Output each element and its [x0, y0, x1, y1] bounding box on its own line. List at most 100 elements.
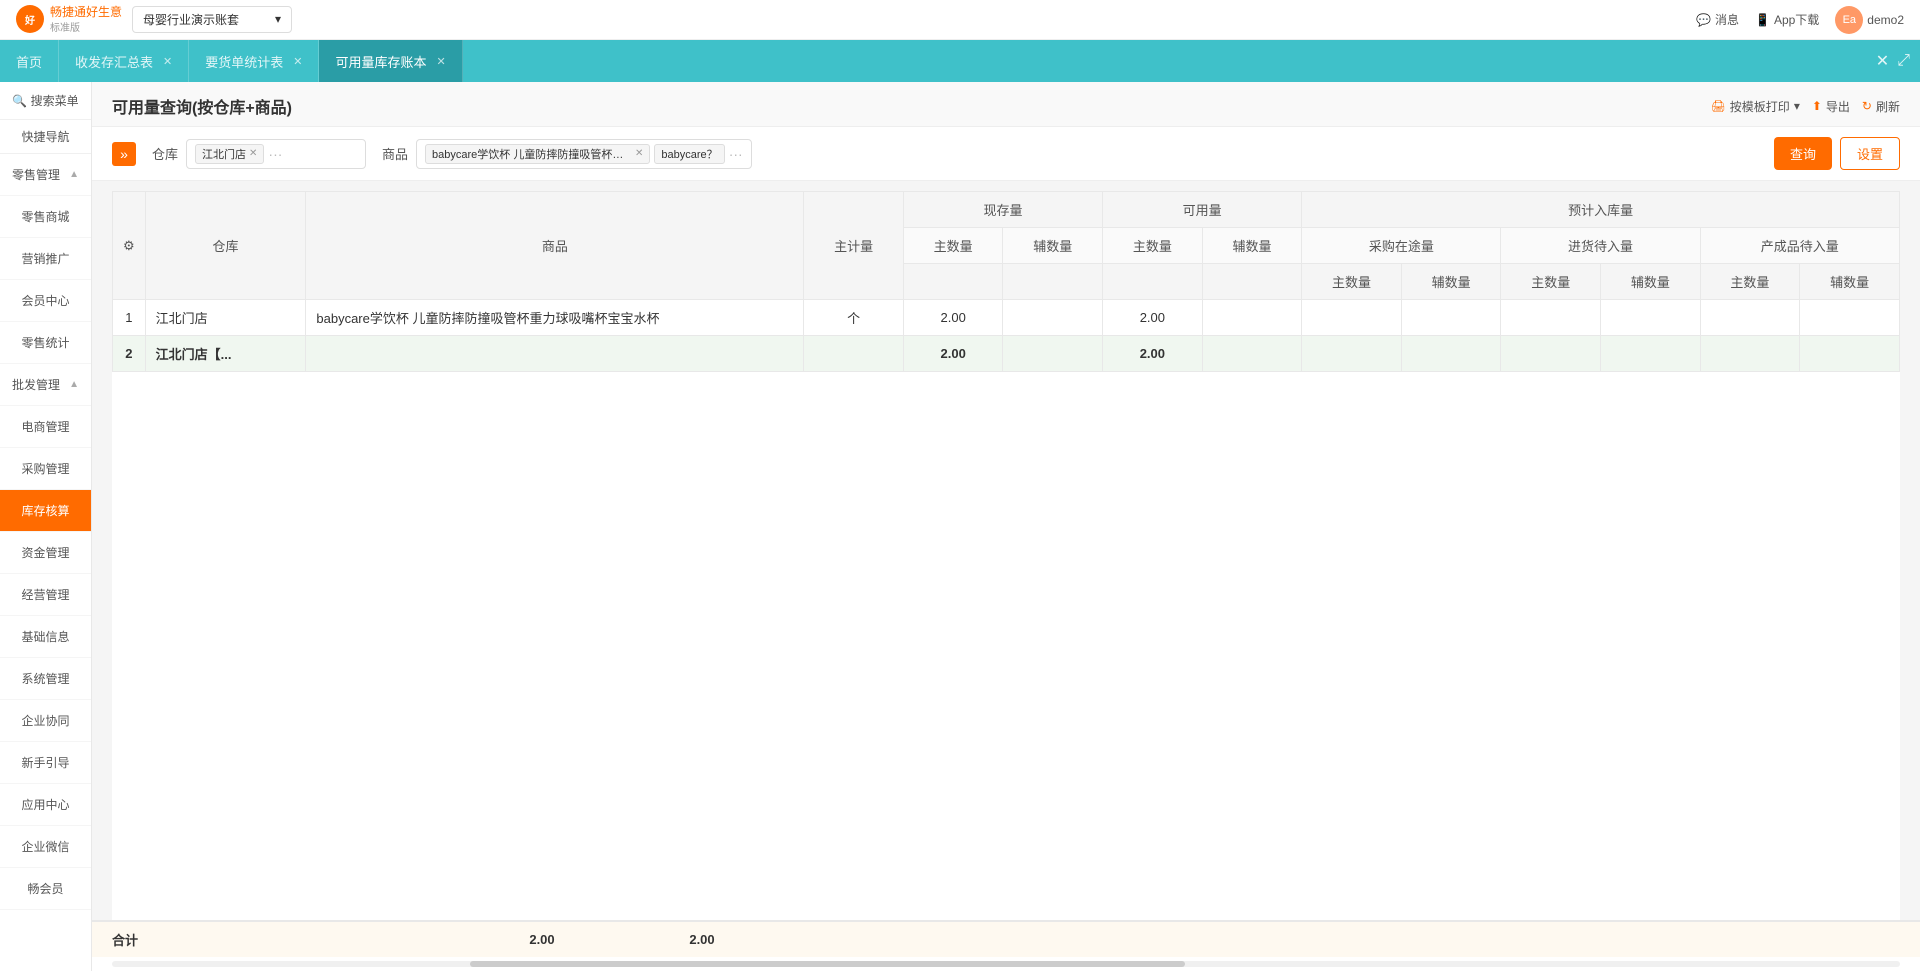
sidebar-item-system[interactable]: 系统管理: [0, 658, 91, 700]
sidebar-finance-label: 资金管理: [21, 544, 69, 561]
tab-available-stock-close[interactable]: ✕: [437, 55, 446, 68]
th-unit: 主计量: [804, 192, 904, 300]
dropdown-icon: ▾: [275, 12, 281, 26]
sidebar-item-ecommerce[interactable]: 电商管理: [0, 406, 91, 448]
sidebar-guide-label: 新手引导: [21, 754, 69, 771]
settings-btn[interactable]: 设置: [1840, 137, 1900, 170]
table-row: 1 江北门店 babycare学饮杯 儿童防摔防撞吸管杯重力球吸嘴杯宝宝水杯 个…: [113, 300, 1900, 336]
refresh-icon: ↻: [1862, 99, 1872, 113]
message-item[interactable]: 💬 消息: [1696, 11, 1739, 28]
cell-pt-aux: [1401, 300, 1501, 336]
logo-icon: 好: [16, 5, 44, 33]
th-warehouse: 仓库: [145, 192, 306, 300]
footer-label: 合计: [112, 930, 262, 949]
product-tag-0-close[interactable]: ✕: [635, 148, 643, 159]
sidebar-wholesale-label: 批发管理: [12, 376, 60, 393]
sidebar-item-wholesale[interactable]: 批发管理 ▲: [0, 364, 91, 406]
tab-home[interactable]: 首页: [0, 40, 59, 82]
tab-fullscreen[interactable]: ⤢: [1897, 52, 1910, 70]
sidebar-marketing-label: 营销推广: [21, 250, 69, 267]
sidebar-retail-mgmt-label: 零售管理: [12, 166, 60, 183]
sidebar-ecommerce-label: 电商管理: [21, 418, 69, 435]
industry-selector[interactable]: 母婴行业演示账套 ▾: [132, 6, 292, 33]
th-purchase-incoming: 进货待入量: [1501, 228, 1700, 264]
sidebar-quick-nav[interactable]: 快捷导航: [0, 120, 91, 154]
tab-receipts[interactable]: 收发存汇总表 ✕: [59, 40, 189, 82]
warehouse-tag-0[interactable]: 江北门店 ✕: [195, 144, 264, 164]
sidebar-item-purchase[interactable]: 采购管理: [0, 448, 91, 490]
sidebar-item-app-center[interactable]: 应用中心: [0, 784, 91, 826]
tab-available-stock[interactable]: 可用量库存账本 ✕: [319, 40, 462, 82]
sidebar-item-retail-stats[interactable]: 零售统计: [0, 322, 91, 364]
top-bar-left: 好 畅捷通好生意 标准版 母婴行业演示账套 ▾: [16, 5, 292, 34]
subtotal-pt-aux: [1401, 336, 1501, 372]
tab-receipts-close[interactable]: ✕: [163, 55, 172, 68]
cell-warehouse: 江北门店: [145, 300, 306, 336]
cell-index: 1: [113, 300, 146, 336]
sidebar-item-retail-mall[interactable]: 零售商城: [0, 196, 91, 238]
product-tag-0[interactable]: babycare学饮杯 儿童防摔防撞吸管杯重力球吸嘴杯宝宝水杯 ✕: [425, 144, 650, 164]
product-tag-1-text: babycare？: [661, 146, 717, 162]
refresh-action[interactable]: ↻ 刷新: [1862, 98, 1900, 115]
sidebar-app-center-label: 应用中心: [21, 796, 69, 813]
sidebar-basic-info-label: 基础信息: [21, 628, 69, 645]
sidebar-item-marketing[interactable]: 营销推广: [0, 238, 91, 280]
tab-orders-close[interactable]: ✕: [293, 55, 302, 68]
sidebar-item-retail-mgmt[interactable]: 零售管理 ▲: [0, 154, 91, 196]
product-tag-1[interactable]: babycare？: [654, 144, 724, 164]
warehouse-tag-0-close[interactable]: ✕: [249, 148, 257, 159]
cell-current-aux: [1003, 300, 1103, 336]
warehouse-input[interactable]: 江北门店 ✕ ···: [186, 139, 366, 169]
sidebar-item-inventory[interactable]: 库存核算: [0, 490, 91, 532]
print-action[interactable]: 🖨 按模板打印 ▾: [1711, 98, 1800, 115]
sidebar-item-members[interactable]: 会员中心: [0, 280, 91, 322]
user-item[interactable]: Ea demo2: [1835, 6, 1904, 34]
tab-available-stock-label: 可用量库存账本: [335, 52, 426, 71]
tab-close-all[interactable]: ✕: [1876, 51, 1889, 71]
scrollbar-track[interactable]: [112, 961, 1900, 967]
subtotal-pi-aux: [1601, 336, 1701, 372]
cell-current-main: 2.00: [903, 300, 1003, 336]
message-label: 消息: [1715, 11, 1739, 28]
content-area: 可用量查询(按仓库+商品) 🖨 按模板打印 ▾ ⬆ 导出 ↻ 刷新: [92, 82, 1920, 971]
table-area: ⚙ 仓库 商品 主计量 现存量: [112, 191, 1900, 920]
export-action[interactable]: ⬆ 导出: [1812, 98, 1850, 115]
sidebar-item-enterprise[interactable]: 企业协同: [0, 700, 91, 742]
cell-pi-main: [1501, 300, 1601, 336]
sidebar-members-label: 会员中心: [21, 292, 69, 309]
message-icon: 💬: [1696, 13, 1711, 27]
query-btn[interactable]: 查询: [1774, 137, 1832, 170]
filter-expand-btn[interactable]: »: [112, 142, 136, 166]
warehouse-dots: ···: [268, 146, 282, 162]
sidebar-item-finance[interactable]: 资金管理: [0, 532, 91, 574]
subtotal-pt-main: [1302, 336, 1402, 372]
th-current-main: 主数量: [903, 228, 1003, 264]
tab-receipts-label: 收发存汇总表: [75, 52, 153, 71]
scrollbar-thumb[interactable]: [470, 961, 1185, 967]
subtotal-pi-main: [1501, 336, 1601, 372]
sidebar-search[interactable]: 🔍 搜索菜单: [0, 82, 91, 120]
filter-product-group: 商品 babycare学饮杯 儿童防摔防撞吸管杯重力球吸嘴杯宝宝水杯 ✕ bab…: [382, 139, 752, 169]
subtotal-index: 2: [113, 336, 146, 372]
footer-current-aux: [582, 932, 662, 947]
tab-orders[interactable]: 要货单统计表 ✕: [189, 40, 319, 82]
sidebar-item-wechat[interactable]: 企业微信: [0, 826, 91, 868]
page-header: 可用量查询(按仓库+商品) 🖨 按模板打印 ▾ ⬆ 导出 ↻ 刷新: [92, 82, 1920, 127]
sidebar-item-guide[interactable]: 新手引导: [0, 742, 91, 784]
col-settings[interactable]: ⚙: [113, 192, 146, 300]
top-bar: 好 畅捷通好生意 标准版 母婴行业演示账套 ▾ 💬 消息 📱 App下载 Ea …: [0, 0, 1920, 40]
product-input[interactable]: babycare学饮杯 儿童防摔防撞吸管杯重力球吸嘴杯宝宝水杯 ✕ babyca…: [416, 139, 752, 169]
print-label: 按模板打印: [1730, 98, 1790, 115]
sidebar-item-operations[interactable]: 经营管理: [0, 574, 91, 616]
th-pt-main: 主数量: [1302, 264, 1402, 300]
footer-current-main: 2.00: [502, 932, 582, 947]
app-download-item[interactable]: 📱 App下载: [1755, 11, 1819, 28]
settings-icon: ⚙: [123, 238, 135, 253]
sidebar-item-member[interactable]: 畅会员: [0, 868, 91, 910]
th-available: 可用量: [1103, 192, 1302, 228]
th-pi-aux: 辅数量: [1601, 264, 1701, 300]
footer-values: 2.00 2.00: [262, 932, 822, 947]
print-icon: 🖨: [1711, 99, 1726, 113]
sidebar-item-basic-info[interactable]: 基础信息: [0, 616, 91, 658]
data-table: ⚙ 仓库 商品 主计量 现存量: [112, 191, 1900, 372]
